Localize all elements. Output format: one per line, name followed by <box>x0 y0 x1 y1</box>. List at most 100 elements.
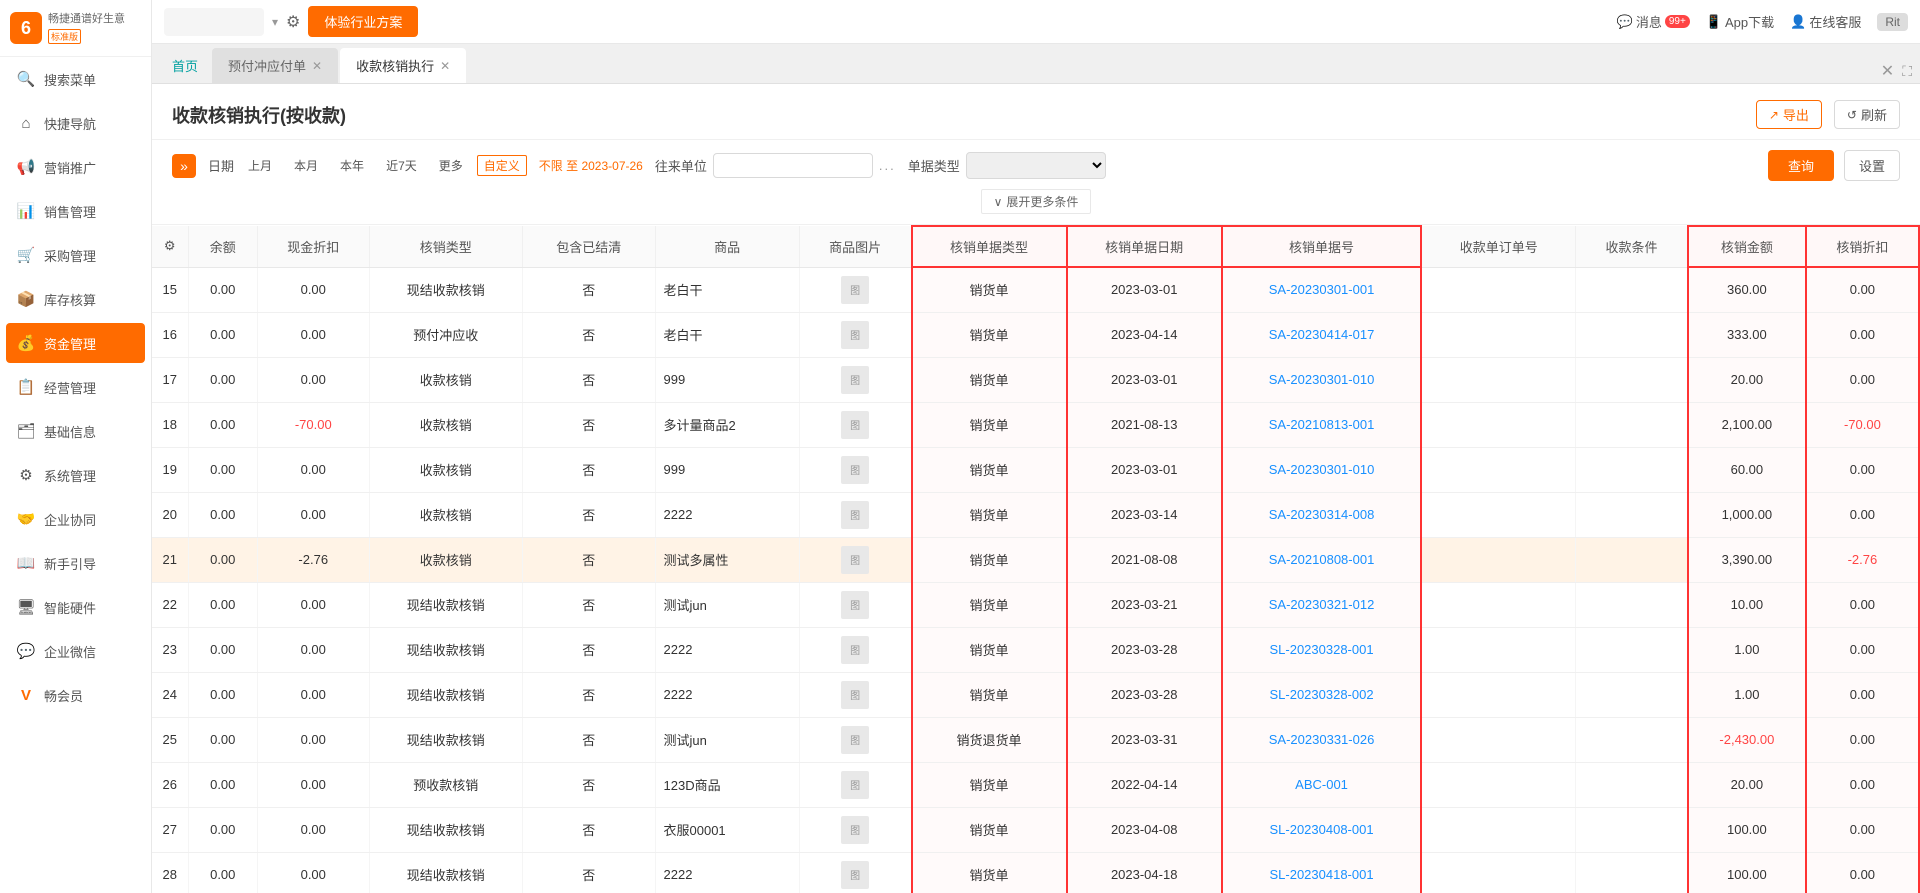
tab-prepay[interactable]: 预付冲应付单 ✕ <box>212 48 338 83</box>
row-collection-order <box>1421 807 1575 852</box>
row-no: 17 <box>152 357 188 402</box>
message-icon: 💬 <box>1617 14 1633 30</box>
sidebar-item-operations[interactable]: 📋 经营管理 <box>0 365 151 409</box>
row-cash-discount: 0.00 <box>258 447 370 492</box>
row-include-settled: 否 <box>523 582 656 627</box>
row-bill-no[interactable]: SA-20210813-001 <box>1222 402 1422 447</box>
filter-bill-type-label: 单据类型 <box>908 156 960 175</box>
row-bill-no[interactable]: SA-20230321-012 <box>1222 582 1422 627</box>
row-bill-no[interactable]: SA-20230331-026 <box>1222 717 1422 762</box>
row-product-image: 图 <box>799 627 911 672</box>
row-no: 16 <box>152 312 188 357</box>
app-download-btn[interactable]: 📱 App下载 <box>1706 12 1774 31</box>
row-no: 18 <box>152 402 188 447</box>
row-bill-date: 2022-04-14 <box>1067 762 1222 807</box>
row-cancel-amount: 20.00 <box>1688 357 1806 402</box>
row-include-settled: 否 <box>523 537 656 582</box>
filter-this-year[interactable]: 本年 <box>332 155 372 176</box>
row-bill-no[interactable]: SA-20230314-008 <box>1222 492 1422 537</box>
export-icon: ↗ <box>1769 108 1779 122</box>
table-row: 24 0.00 0.00 现结收款核销 否 2222 图 销货单 2023-03… <box>152 672 1919 717</box>
message-btn[interactable]: 💬 消息 99+ <box>1617 12 1690 31</box>
gear-icon[interactable]: ⚙ <box>286 12 300 32</box>
sidebar-item-finance[interactable]: 💰 资金管理 <box>6 323 145 363</box>
row-bill-no[interactable]: SL-20230418-001 <box>1222 852 1422 893</box>
row-bill-no[interactable]: SL-20230328-001 <box>1222 627 1422 672</box>
filter-more-date[interactable]: 更多 <box>431 155 471 176</box>
filter-this-month[interactable]: 本月 <box>286 155 326 176</box>
window-close-icon[interactable]: ✕ <box>1881 61 1894 81</box>
row-include-settled: 否 <box>523 447 656 492</box>
row-bill-type: 销货单 <box>912 267 1067 312</box>
row-bill-date: 2023-03-31 <box>1067 717 1222 762</box>
filter-expand-button[interactable]: » <box>172 154 196 178</box>
row-cancel-discount: -70.00 <box>1806 402 1919 447</box>
row-bill-no[interactable]: SA-20210808-001 <box>1222 537 1422 582</box>
row-bill-no[interactable]: SL-20230408-001 <box>1222 807 1422 852</box>
expand-more-conditions[interactable]: ∨ 展开更多条件 <box>981 189 1092 214</box>
row-bill-no[interactable]: SA-20230301-001 <box>1222 267 1422 312</box>
query-button[interactable]: 查询 <box>1768 150 1834 181</box>
industry-solution-button[interactable]: 体验行业方案 <box>308 6 418 37</box>
col-settings[interactable]: ⚙ <box>152 226 188 267</box>
row-bill-date: 2023-03-28 <box>1067 672 1222 717</box>
user-name[interactable]: Rit <box>1877 13 1908 31</box>
row-product-image: 图 <box>799 852 911 893</box>
row-cancel-type: 收款核销 <box>369 357 523 402</box>
row-collection-order <box>1421 627 1575 672</box>
chevron-down-icon: ∨ <box>994 195 1003 209</box>
export-button[interactable]: ↗ 导出 <box>1756 100 1822 129</box>
sidebar-item-enterprise[interactable]: 🤝 企业协同 <box>0 497 151 541</box>
filter-bill-type-select[interactable] <box>966 152 1106 179</box>
sidebar-item-label: 畅会员 <box>44 686 83 705</box>
tab-close-icon[interactable]: ✕ <box>312 59 322 73</box>
sidebar-item-system[interactable]: ⚙ 系统管理 <box>0 453 151 497</box>
row-cancel-type: 现结收款核销 <box>369 807 523 852</box>
row-cancel-discount: 0.00 <box>1806 852 1919 893</box>
row-bill-no[interactable]: SA-20230414-017 <box>1222 312 1422 357</box>
row-include-settled: 否 <box>523 627 656 672</box>
filter-partner-input[interactable] <box>713 153 873 178</box>
sidebar-item-hardware[interactable]: 🖥 智能硬件 <box>0 585 151 629</box>
filter-bar: » 日期 上月 本月 本年 近7天 更多 自定义 不限 至 2023-07-26… <box>152 140 1920 225</box>
filter-settings-button[interactable]: 设置 <box>1844 150 1900 181</box>
row-collection-cond <box>1576 762 1688 807</box>
sidebar-item-guide[interactable]: 📖 新手引导 <box>0 541 151 585</box>
sidebar-item-purchase[interactable]: 🛒 采购管理 <box>0 233 151 277</box>
sidebar-item-inventory[interactable]: 📦 库存核算 <box>0 277 151 321</box>
sidebar-item-sales[interactable]: 📊 销售管理 <box>0 189 151 233</box>
row-cancel-amount: 20.00 <box>1688 762 1806 807</box>
tab-home[interactable]: 首页 <box>160 48 210 83</box>
filter-custom-date[interactable]: 自定义 <box>477 155 527 176</box>
table-row: 20 0.00 0.00 收款核销 否 2222 图 销货单 2023-03-1… <box>152 492 1919 537</box>
col-product-image: 商品图片 <box>799 226 911 267</box>
domain-display <box>164 8 264 36</box>
row-no: 22 <box>152 582 188 627</box>
row-include-settled: 否 <box>523 357 656 402</box>
sidebar-item-basic[interactable]: 🗂 基础信息 <box>0 409 151 453</box>
tab-close-icon[interactable]: ✕ <box>440 59 450 73</box>
sidebar-item-member[interactable]: V 畅会员 <box>0 673 151 717</box>
row-no: 27 <box>152 807 188 852</box>
row-balance: 0.00 <box>188 312 258 357</box>
online-service-btn[interactable]: 👤 在线客服 <box>1790 12 1861 31</box>
sidebar-item-marketing[interactable]: 📢 营销推广 <box>0 145 151 189</box>
row-bill-no[interactable]: ABC-001 <box>1222 762 1422 807</box>
window-maximize-icon[interactable]: ⛶ <box>1902 63 1912 80</box>
filter-last-month[interactable]: 上月 <box>240 155 280 176</box>
row-bill-no[interactable]: SL-20230328-002 <box>1222 672 1422 717</box>
sidebar-item-shortcut[interactable]: ⌂ 快捷导航 <box>0 101 151 145</box>
row-bill-no[interactable]: SA-20230301-010 <box>1222 447 1422 492</box>
row-bill-type: 销货单 <box>912 357 1067 402</box>
sidebar: 6 畅捷通谱好生意 标准版 🔍 搜索菜单 ⌂ 快捷导航 📢 营销推广 📊 销售管… <box>0 0 152 893</box>
row-bill-no[interactable]: SA-20230301-010 <box>1222 357 1422 402</box>
service-icon: 👤 <box>1790 14 1806 30</box>
filter-last-7days[interactable]: 近7天 <box>378 155 425 176</box>
sidebar-item-label: 企业微信 <box>44 642 96 661</box>
sidebar-item-search[interactable]: 🔍 搜索菜单 <box>0 57 151 101</box>
sidebar-item-wechat[interactable]: 💬 企业微信 <box>0 629 151 673</box>
page-content: 收款核销执行(按收款) ↗ 导出 ↺ 刷新 » 日期 上月 本月 <box>152 84 1920 893</box>
row-bill-date: 2023-04-08 <box>1067 807 1222 852</box>
refresh-button[interactable]: ↺ 刷新 <box>1834 100 1900 129</box>
tab-collection[interactable]: 收款核销执行 ✕ <box>340 48 466 83</box>
